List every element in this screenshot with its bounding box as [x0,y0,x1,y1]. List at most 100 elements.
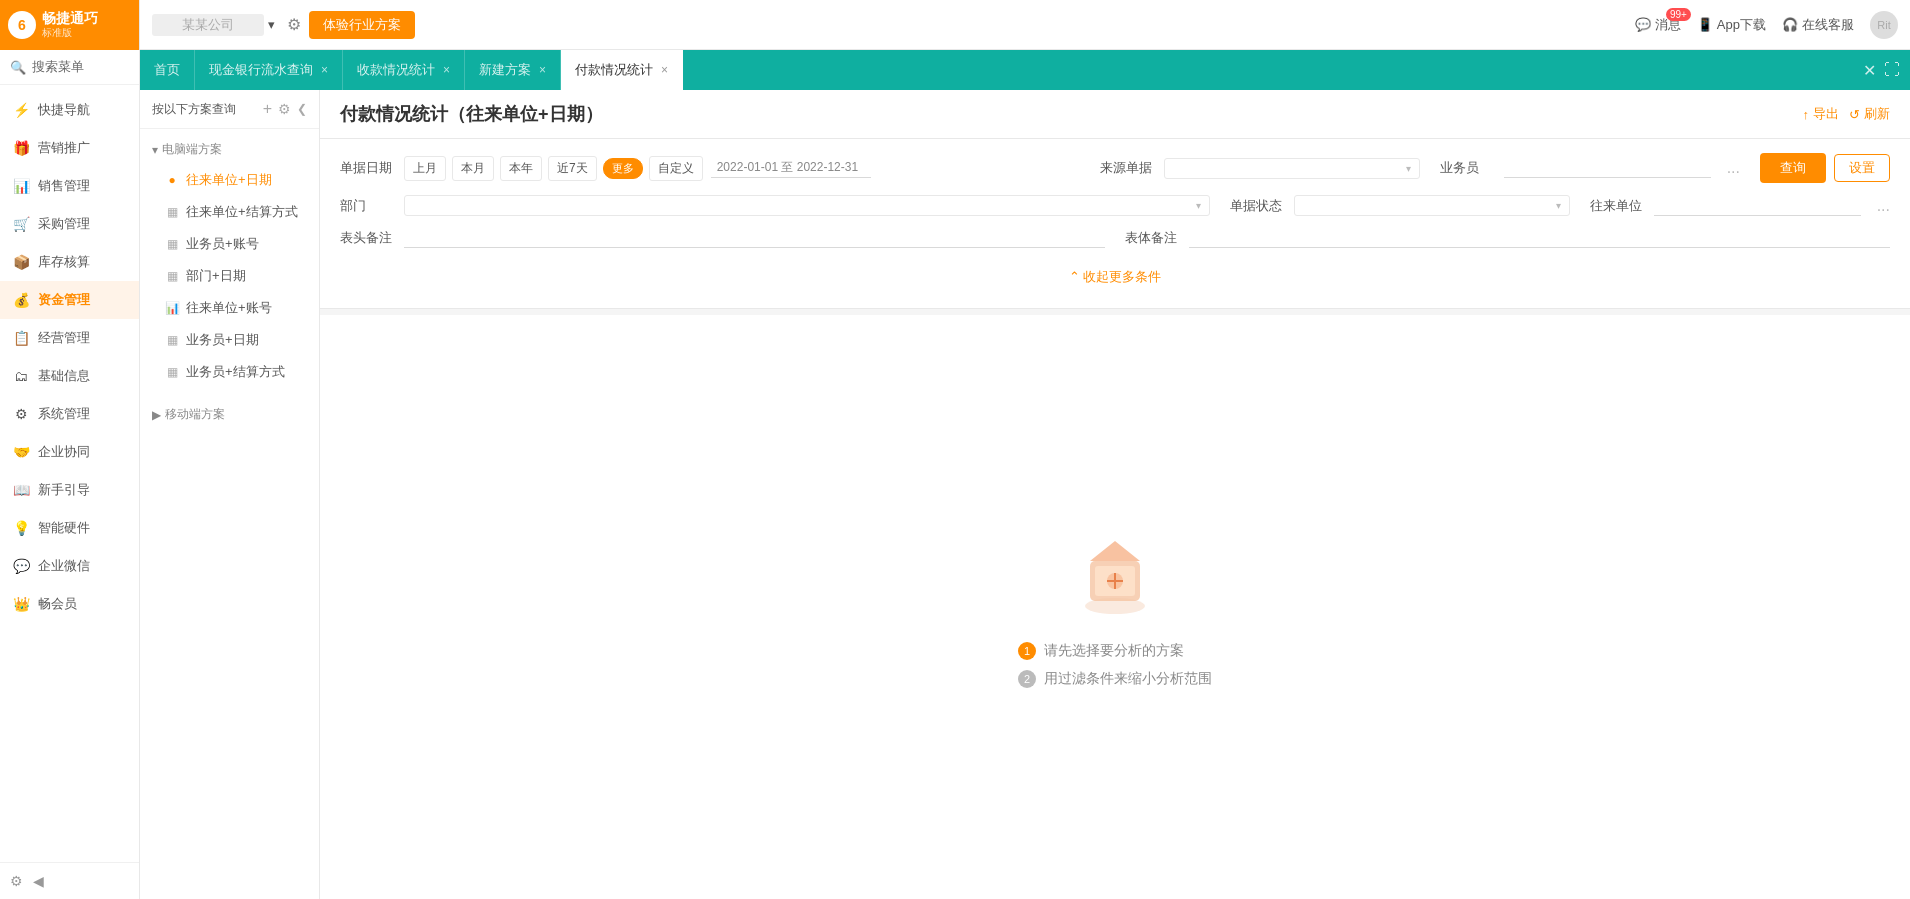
quick-nav-icon: ⚡ [12,101,30,119]
footer-settings-btn[interactable]: ⚙ [10,873,23,889]
tab-payment-label: 付款情况统计 [575,61,653,79]
settings-btn[interactable]: 设置 [1834,154,1890,182]
export-btn[interactable]: ↑ 导出 [1803,105,1840,123]
date-btn-custom[interactable]: 自定义 [649,156,703,181]
sidebar-item-quick-nav[interactable]: ⚡ 快捷导航 [0,91,139,129]
hint-num-2: 2 [1018,670,1036,688]
topbar-gear-icon[interactable]: ⚙ [287,15,301,34]
tab-home-label: 首页 [154,61,180,79]
refresh-btn[interactable]: ↺ 刷新 [1849,105,1890,123]
add-scheme-btn[interactable]: + [263,100,272,118]
date-filter-label: 单据日期 [340,159,396,177]
scheme-icon-6: ▦ [164,364,180,380]
sidebar-item-system[interactable]: ⚙ 系统管理 [0,395,139,433]
tab-bank-flow[interactable]: 现金银行流水查询 × [195,50,343,90]
date-btn-this-year[interactable]: 本年 [500,156,542,181]
dept-select-arrow: ▾ [1196,200,1201,211]
sales-icon: 📊 [12,177,30,195]
sidebar-item-marketing[interactable]: 🎁 营销推广 [0,129,139,167]
query-btn[interactable]: 查询 [1760,153,1826,183]
tab-maximize-btn[interactable]: ⛶ [1884,61,1900,79]
trial-btn[interactable]: 体验行业方案 [309,11,415,39]
source-select[interactable]: ▾ [1164,158,1420,179]
sidebar-item-capital[interactable]: 💰 资金管理 [0,281,139,319]
status-select[interactable]: ▾ [1294,195,1570,216]
sidebar-search[interactable]: 🔍 搜索菜单 [0,50,139,85]
page-header: 付款情况统计（往来单位+日期） ↑ 导出 ↺ 刷新 [320,90,1910,139]
scheme-settings-btn[interactable]: ⚙ [278,101,291,117]
empty-text: 1 请先选择要分析的方案 2 用过滤条件来缩小分析范围 [1018,642,1212,688]
collapse-panel-btn[interactable]: ❮ [297,102,307,116]
scheme-item-staff-date[interactable]: ▦ 业务员+日期 [140,324,319,356]
scheme-active-icon: ● [164,172,180,188]
footer-collapse-btn[interactable]: ◀ [33,873,44,889]
note-body-input[interactable] [1189,228,1890,248]
dept-select[interactable]: ▾ [404,195,1210,216]
tab-new-plan[interactable]: 新建方案 × [465,50,561,90]
enterprise-icon: 🤝 [12,443,30,461]
desktop-group-title[interactable]: ▾ 电脑端方案 [140,135,319,164]
sidebar-item-purchase[interactable]: 🛒 采购管理 [0,205,139,243]
date-range-input[interactable] [711,159,871,178]
scheme-icon-2: ▦ [164,236,180,252]
tab-receipts-label: 收款情况统计 [357,61,435,79]
note-header-input[interactable] [404,228,1105,248]
scheme-item-partner-date[interactable]: ● 往来单位+日期 [140,164,319,196]
scheme-item-staff-settle[interactable]: ▦ 业务员+结算方式 [140,356,319,388]
tab-payment-close[interactable]: × [661,63,668,77]
sidebar-item-enterprise[interactable]: 🤝 企业协同 [0,433,139,471]
tab-new-plan-close[interactable]: × [539,63,546,77]
date-btn-more[interactable]: 更多 [603,158,643,179]
tab-receipts-close[interactable]: × [443,63,450,77]
date-btn-last-month[interactable]: 上月 [404,156,446,181]
member-icon: 👑 [12,595,30,613]
scheme-item-partner-settle[interactable]: ▦ 往来单位+结算方式 [140,196,319,228]
sidebar-logo: 6 畅捷通巧 标准版 [0,0,139,50]
tab-bank-flow-close[interactable]: × [321,63,328,77]
sidebar-item-basic[interactable]: 🗂 基础信息 [0,357,139,395]
tab-home[interactable]: 首页 [140,50,195,90]
app-download-btn[interactable]: 📱 App下载 [1697,16,1766,34]
guide-icon: 📖 [12,481,30,499]
filter-row-3: 表头备注 表体备注 [340,228,1890,248]
date-btn-7days[interactable]: 近7天 [548,156,597,181]
tab-payment[interactable]: 付款情况统计 × [561,50,683,90]
scheme-item-dept-date[interactable]: ▦ 部门+日期 [140,260,319,292]
online-service-btn[interactable]: 🎧 在线客服 [1782,16,1854,34]
staff-dots-btn[interactable]: ... [1727,159,1740,177]
basic-icon: 🗂 [12,367,30,385]
content: 按以下方案查询 + ⚙ ❮ ▾ 电脑端方案 ● 往来单位+日期 ▦ [140,90,1910,899]
sidebar-item-label: 智能硬件 [38,519,90,537]
sidebar-item-inventory[interactable]: 📦 库存核算 [0,243,139,281]
page-header-actions: ↑ 导出 ↺ 刷新 [1803,105,1891,123]
dropdown-icon: ▾ [268,17,275,32]
partner-dots-btn[interactable]: ... [1877,197,1890,215]
right-panel: 付款情况统计（往来单位+日期） ↑ 导出 ↺ 刷新 单 [320,90,1910,899]
inventory-icon: 📦 [12,253,30,271]
collapse-desktop-icon: ▾ [152,143,158,157]
sidebar-item-sales[interactable]: 📊 销售管理 [0,167,139,205]
sidebar-item-wechat[interactable]: 💬 企业微信 [0,547,139,585]
collapse-more-btn[interactable]: ⌃ 收起更多条件 [340,260,1890,294]
messages-btn[interactable]: 💬 消息 99+ [1635,16,1681,34]
online-service-label: 在线客服 [1802,16,1854,34]
logo-icon: 6 [8,11,36,39]
sidebar-item-member[interactable]: 👑 畅会员 [0,585,139,623]
sidebar-item-guide[interactable]: 📖 新手引导 [0,471,139,509]
partner-input[interactable] [1654,196,1861,216]
operations-icon: 📋 [12,329,30,347]
sidebar-item-operations[interactable]: 📋 经营管理 [0,319,139,357]
mobile-group-title[interactable]: ▶ 移动端方案 [140,400,319,429]
date-btn-this-month[interactable]: 本月 [452,156,494,181]
company-selector[interactable]: 某某公司 ▾ [152,14,275,36]
mobile-scheme-group: ▶ 移动端方案 [140,394,319,435]
tab-receipts[interactable]: 收款情况统计 × [343,50,465,90]
tab-close-btn[interactable]: ✕ [1863,61,1876,80]
scheme-item-staff-account[interactable]: ▦ 业务员+账号 [140,228,319,260]
sidebar-item-hardware[interactable]: 💡 智能硬件 [0,509,139,547]
staff-input[interactable] [1504,158,1711,178]
empty-hint-2: 2 用过滤条件来缩小分析范围 [1018,670,1212,688]
scheme-item-partner-account[interactable]: 📊 往来单位+账号 [140,292,319,324]
wechat-icon: 💬 [12,557,30,575]
user-avatar[interactable]: Rit [1870,11,1898,39]
